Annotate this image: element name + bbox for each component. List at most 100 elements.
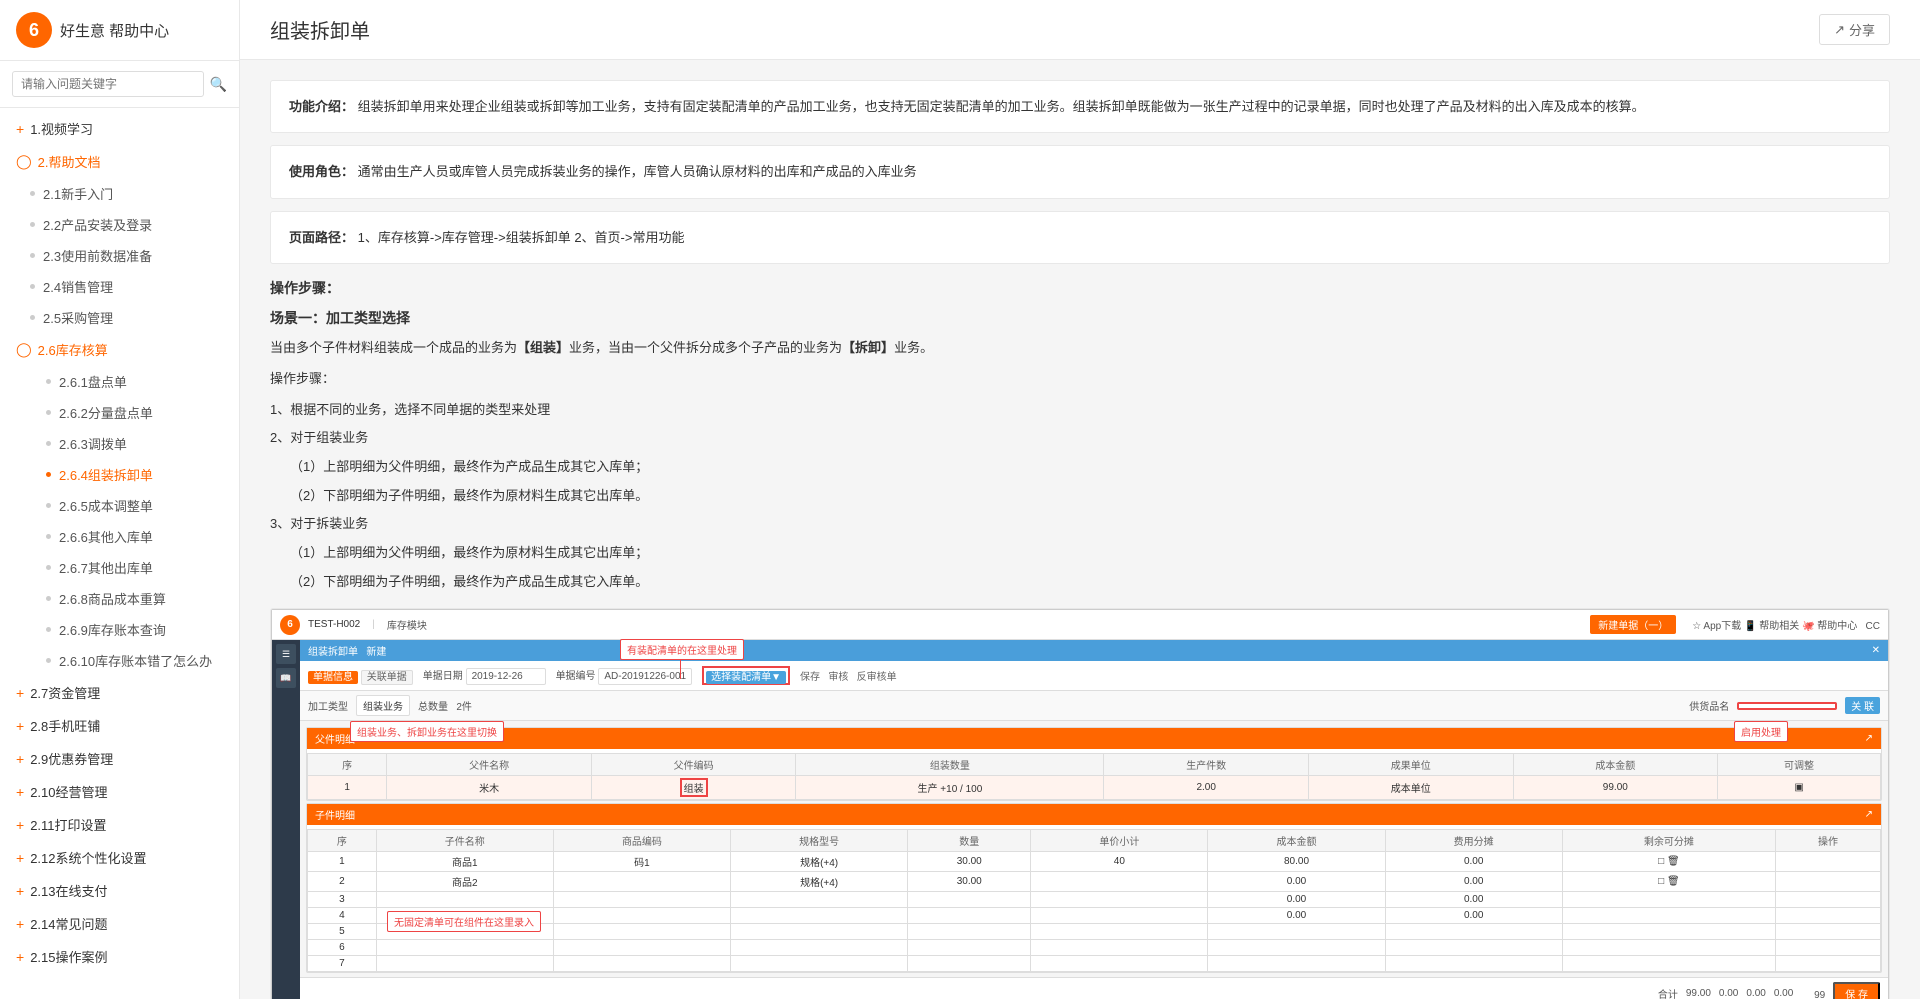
- col-cost: 成本金额: [1513, 754, 1718, 776]
- mock-active-tab: 单据信息: [308, 671, 358, 684]
- mock-brand: TEST-H002: [308, 619, 360, 630]
- dot-icon: [46, 534, 51, 539]
- expand-icon: +: [16, 121, 24, 137]
- sidebar-item-inventory[interactable]: ◯ 2.6库存核算: [0, 333, 239, 366]
- step-2-2: （2）下部明细为子件明细，最终作为原材料生成其它出库单。: [270, 484, 1890, 509]
- expand-icon: +: [16, 883, 24, 899]
- path-label: 页面路径：: [289, 230, 354, 245]
- sidebar-item-label: 2.3使用前数据准备: [43, 246, 152, 265]
- annotation-line-1: [680, 659, 681, 679]
- sidebar-item-partial-count[interactable]: 2.6.2分量盘点单: [0, 397, 239, 428]
- mock-type-label: 加工类型: [308, 698, 348, 713]
- search-icon[interactable]: 🔍: [210, 76, 227, 93]
- sidebar-item-finance[interactable]: + 2.7资金管理: [0, 676, 239, 709]
- step-2-1: （1）上部明细为父件明细，最终作为产成品生成其它入库单；: [270, 455, 1890, 480]
- main-header: 组装拆卸单 ↗ 分享: [240, 0, 1920, 60]
- sidebar-item-label: 2.1新手入门: [43, 184, 113, 203]
- sidebar-item-stock-query[interactable]: 2.6.9库存账本查询: [0, 614, 239, 645]
- share-button[interactable]: ↗ 分享: [1819, 14, 1890, 45]
- mock-topbar-module: 库存模块: [387, 617, 427, 632]
- mock-qty-label: 总数量 2件: [418, 698, 472, 713]
- scenario1-desc: 当由多个子件材料组装成一个成品的业务为【组装】业务，当由一个父件拆分成多个子产品…: [270, 336, 1890, 361]
- dot-icon: [46, 379, 51, 384]
- sidebar-item-other-in[interactable]: 2.6.6其他入库单: [0, 521, 239, 552]
- content-area: 功能介绍： 组装拆卸单用来处理企业组装或拆卸等加工业务，支持有固定装配清单的产品…: [240, 60, 1920, 999]
- sidebar-item-new-user[interactable]: 2.1新手入门: [0, 178, 239, 209]
- sidebar-item-label: 2.14常见问题: [30, 914, 107, 933]
- scenario1-title: 场景一：加工类型选择: [270, 308, 1890, 328]
- path-block: 页面路径： 1、库存核算->库存管理->组装拆卸单 2、首页->常用功能: [270, 211, 1890, 264]
- mock-bom-btn: 选择装配清单▼: [702, 666, 790, 685]
- sidebar-item-account-err[interactable]: 2.6.10库存账本错了怎么办: [0, 645, 239, 676]
- mock-footer-amt3: 0.00: [1746, 988, 1765, 999]
- cell-no: 1: [308, 776, 387, 800]
- sidebar-item-install[interactable]: 2.2产品安装及登录: [0, 209, 239, 240]
- sidebar-item-label: 2.10经营管理: [30, 782, 107, 801]
- sidebar-item-online-pay[interactable]: + 2.13在线支付: [0, 874, 239, 907]
- table-row: 6: [308, 940, 1881, 956]
- step-1: 1、根据不同的业务，选择不同单据的类型来处理: [270, 398, 1890, 423]
- sidebar-item-help-docs[interactable]: ◯ 2.帮助文档: [0, 145, 239, 178]
- expand-icon: +: [16, 949, 24, 965]
- sidebar-item-label: 2.15操作案例: [30, 947, 107, 966]
- sidebar-item-cases[interactable]: + 2.15操作案例: [0, 940, 239, 973]
- collapse-icon: ◯: [16, 341, 32, 358]
- mock-lower-table-container: 子件明细 ↗ 序 子件名称 商品编码 规格型号: [306, 803, 1882, 973]
- sidebar-item-other-out[interactable]: 2.6.7其他出库单: [0, 552, 239, 583]
- sidebar-item-label: 2.12系统个性化设置: [30, 848, 146, 867]
- share-label: 分享: [1849, 20, 1875, 39]
- sidebar-item-label: 2.8手机旺铺: [30, 716, 100, 735]
- mock-doc-title: 组装拆卸单 新建: [308, 643, 386, 658]
- sidebar-header: 6 好生意 帮助中心: [0, 0, 239, 61]
- sidebar-item-adjust[interactable]: 2.6.3调拨单: [0, 428, 239, 459]
- sidebar-item-faq[interactable]: + 2.14常见问题: [0, 907, 239, 940]
- role-label: 使用角色：: [289, 164, 354, 179]
- annotation-no-bom: 无固定清单可在组件在这里录入: [387, 911, 541, 932]
- logo-text: 好生意 帮助中心: [60, 20, 169, 41]
- sidebar-item-cost-adjust[interactable]: 2.6.5成本调整单: [0, 490, 239, 521]
- step-3: 3、对于拆装业务: [270, 512, 1890, 537]
- sidebar-item-assemble[interactable]: 2.6.4组装拆卸单: [0, 459, 239, 490]
- sidebar-item-label: 1.视频学习: [30, 119, 93, 138]
- dot-icon: [46, 503, 51, 508]
- sidebar-item-label: 2.6.9库存账本查询: [59, 620, 166, 639]
- sidebar-item-cost-calc[interactable]: 2.6.8商品成本重算: [0, 583, 239, 614]
- step-2: 2、对于组装业务: [270, 426, 1890, 451]
- mock-footer: 合计 99.00 0.00 0.00 0.00 99 保 存: [300, 977, 1888, 999]
- sidebar-item-customize[interactable]: + 2.12系统个性化设置: [0, 841, 239, 874]
- sidebar-item-count[interactable]: 2.6.1盘点单: [0, 366, 239, 397]
- expand-icon: +: [16, 916, 24, 932]
- sidebar-item-print[interactable]: + 2.11打印设置: [0, 808, 239, 841]
- sidebar-item-data-prep[interactable]: 2.3使用前数据准备: [0, 240, 239, 271]
- col-alloc: 费用分摊: [1385, 830, 1562, 852]
- sidebar-item-label: 2.11打印设置: [30, 815, 106, 834]
- mock-ops-btns: 保存 审核 反审核单: [800, 668, 897, 683]
- sidebar-item-label: 2.帮助文档: [38, 152, 101, 171]
- sidebar-item-label: 2.6.8商品成本重算: [59, 589, 166, 608]
- step-3-1: （1）上部明细为父件明细，最终作为原材料生成其它出库单；: [270, 541, 1890, 566]
- sidebar-item-sales[interactable]: 2.4销售管理: [0, 271, 239, 302]
- search-input[interactable]: [12, 71, 204, 97]
- sidebar-item-mobile[interactable]: + 2.8手机旺铺: [0, 709, 239, 742]
- col-no: 序: [308, 754, 387, 776]
- mock-footer-label: 合计: [1658, 986, 1678, 999]
- sidebar: 6 好生意 帮助中心 🔍 + 1.视频学习 ◯ 2.帮助文档 2.1新手入门 2…: [0, 0, 240, 999]
- expand-icon: +: [16, 850, 24, 866]
- mock-footer-amt4: 0.00: [1774, 988, 1793, 999]
- expand-icon: +: [16, 718, 24, 734]
- col-ops: 操作: [1776, 830, 1881, 852]
- mock-footer-amt2: 0.00: [1719, 988, 1738, 999]
- sidebar-item-ops[interactable]: + 2.10经营管理: [0, 775, 239, 808]
- mock-upper-table: 序 父件名称 父件编码 组装数量 生产件数 成果单位 成本金额 可调整: [307, 753, 1881, 800]
- role-block: 使用角色： 通常由生产人员或库管人员完成拆装业务的操作，库管人员确认原材料的出库…: [270, 145, 1890, 198]
- sidebar-item-purchase[interactable]: 2.5采购管理: [0, 302, 239, 333]
- dot-icon: [30, 315, 35, 320]
- mock-save-button[interactable]: 保 存: [1833, 982, 1880, 999]
- sidebar-item-label: 2.5采购管理: [43, 308, 113, 327]
- sidebar-item-video[interactable]: + 1.视频学习: [0, 112, 239, 145]
- sidebar-item-label: 2.7资金管理: [30, 683, 100, 702]
- sidebar-item-coupon[interactable]: + 2.9优惠券管理: [0, 742, 239, 775]
- table-row: 30.000.00: [308, 892, 1881, 908]
- dot-icon: [30, 222, 35, 227]
- mock-lower-header: 子件明细 ↗: [307, 804, 1881, 825]
